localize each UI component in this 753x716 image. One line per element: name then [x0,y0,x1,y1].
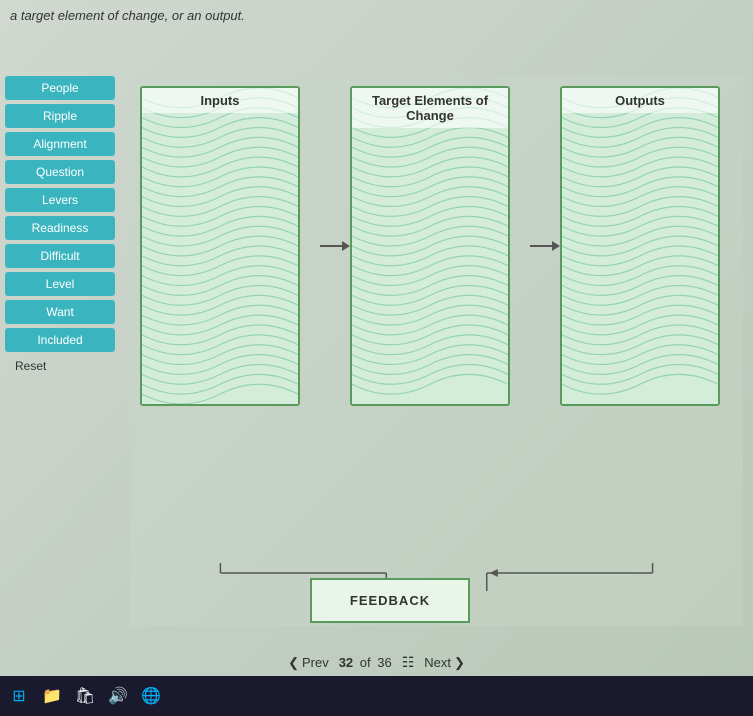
sidebar-btn-levers[interactable]: Levers [5,188,115,212]
outputs-label: Outputs [562,88,718,113]
store-icon[interactable]: 🛍 [71,682,99,710]
chrome-icon[interactable]: 🌐 [137,682,165,710]
prev-chevron-icon: ❮ [288,655,299,671]
inputs-box: Inputs [140,86,300,406]
main-screen: a target element of change, or an output… [0,0,753,716]
grid-icon[interactable]: ​☷ [402,654,415,671]
sidebar-btn-included[interactable]: Included [5,328,115,352]
inputs-label: Inputs [142,88,298,113]
next-chevron-icon: ❯ [454,655,465,671]
sidebar-btn-alignment[interactable]: Alignment [5,132,115,156]
outputs-box: Outputs [560,86,720,406]
folder-icon[interactable]: 📁 [38,682,66,710]
arrow-2 [530,86,560,406]
speaker-icon[interactable]: 🔊 [104,682,132,710]
next-button[interactable]: Next ❯ [424,655,465,671]
current-page: 32 [339,655,353,670]
prev-button[interactable]: ❮ Prev [288,655,329,671]
feedback-section: FEEDBACK [140,563,733,618]
sidebar: People Ripple Alignment Question Levers … [5,76,115,376]
feedback-label: FEEDBACK [350,593,430,608]
feedback-box: FEEDBACK [310,578,470,623]
next-label: Next [424,655,451,670]
sidebar-btn-readiness[interactable]: Readiness [5,216,115,240]
boxes-container: Inputs [140,86,733,566]
arrow-1 [320,86,350,406]
target-label: Target Elements ofChange [352,88,508,128]
windows-icon[interactable]: ⊞ [5,682,33,710]
sidebar-btn-want[interactable]: Want [5,300,115,324]
sidebar-btn-difficult[interactable]: Difficult [5,244,115,268]
sidebar-btn-ripple[interactable]: Ripple [5,104,115,128]
total-pages: 36 [377,655,391,670]
sidebar-btn-level[interactable]: Level [5,272,115,296]
prev-label: Prev [302,655,329,670]
diagram-area: Inputs [130,76,743,626]
sidebar-btn-people[interactable]: People [5,76,115,100]
of-label: of [360,655,371,670]
page-info: 32 of 36 [339,655,392,670]
target-box: Target Elements ofChange [350,86,510,406]
reset-button[interactable]: Reset [5,356,115,376]
header-subtitle: a target element of change, or an output… [10,8,245,23]
taskbar: ⊞ 📁 🛍 🔊 🌐 [0,676,753,716]
bottom-navigation: ❮ Prev 32 of 36 ​☷ Next ❯ [0,654,753,671]
sidebar-btn-question[interactable]: Question [5,160,115,184]
